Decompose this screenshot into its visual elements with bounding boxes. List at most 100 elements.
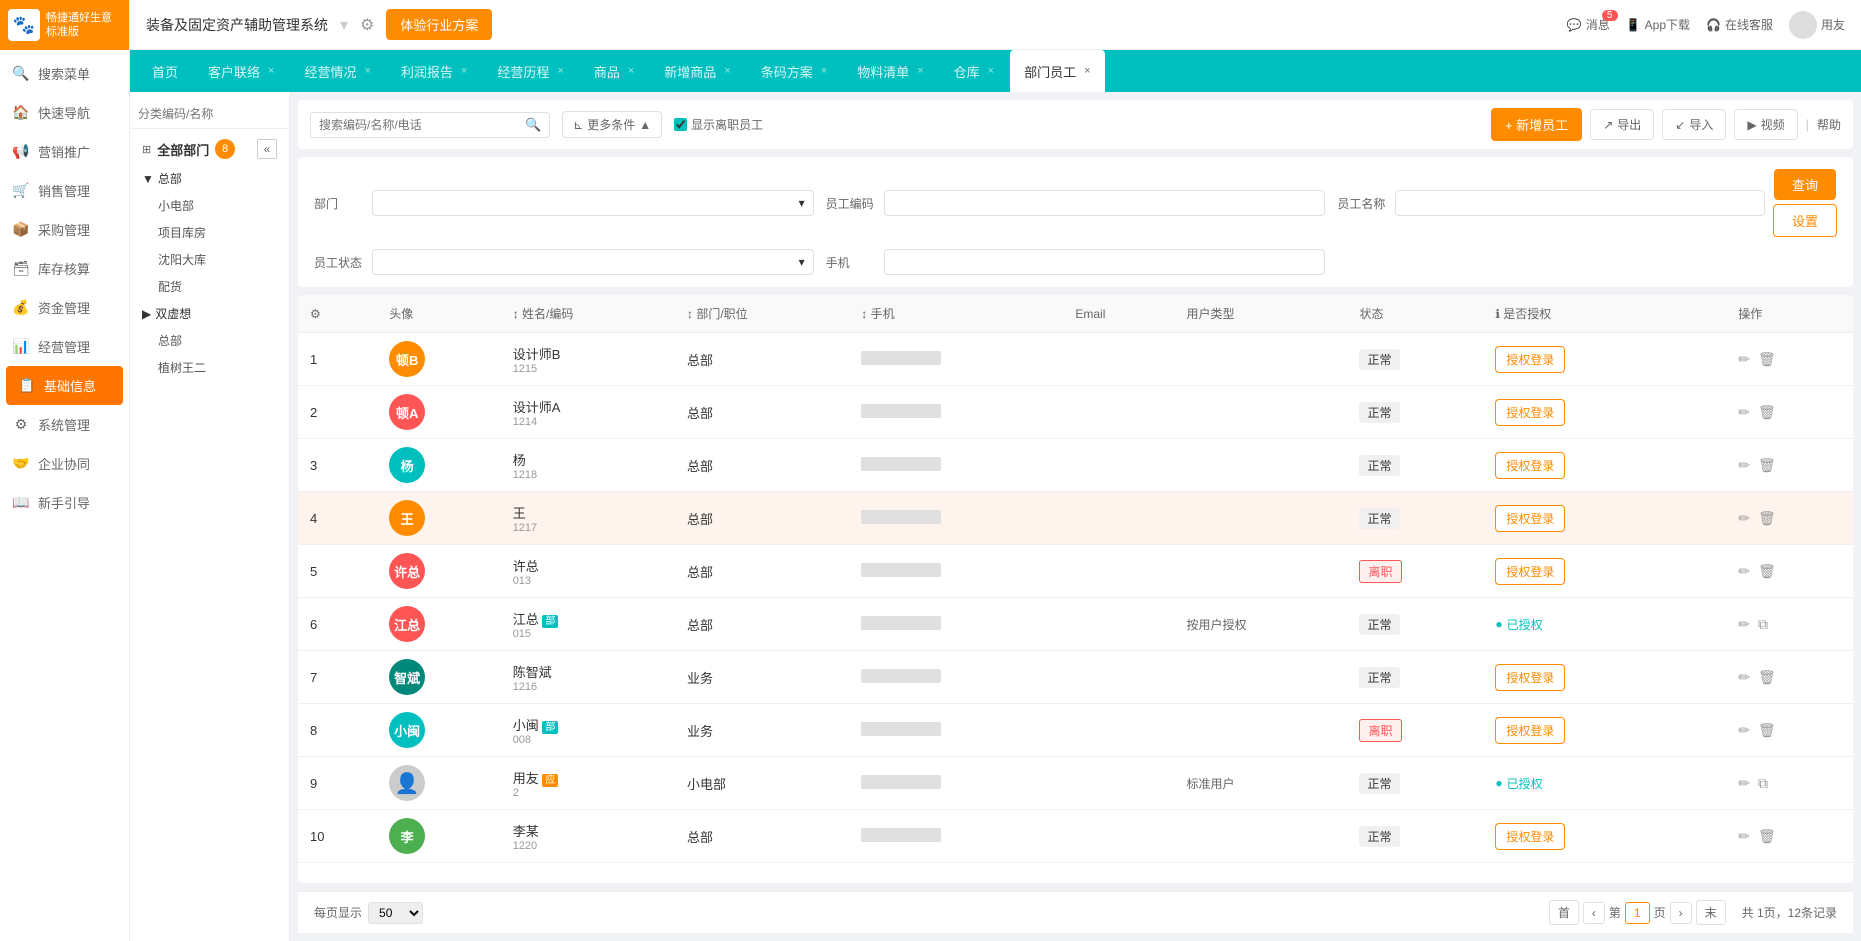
help-btn[interactable]: 帮助 xyxy=(1817,116,1841,133)
tab-barcode[interactable]: 条码方案 × xyxy=(747,50,841,92)
edit-icon[interactable]: ✏ xyxy=(1738,563,1750,580)
close-business-tab[interactable]: × xyxy=(364,65,370,77)
edit-icon[interactable]: ✏ xyxy=(1738,457,1750,474)
close-warehouse-tab[interactable]: × xyxy=(988,65,994,77)
tab-warehouse[interactable]: 仓库 × xyxy=(940,50,1008,92)
sidebar-item-purchase[interactable]: 📦 采购管理 xyxy=(0,210,129,249)
delete-icon[interactable]: 🗑 xyxy=(1758,828,1776,845)
auth-login-btn[interactable]: 授权登录 xyxy=(1495,664,1565,691)
delete-icon[interactable]: 🗑 xyxy=(1758,722,1776,739)
edit-icon[interactable]: ✏ xyxy=(1738,722,1750,739)
emp-code-input[interactable] xyxy=(884,190,1326,216)
copy-icon[interactable]: ⧉ xyxy=(1758,775,1768,792)
dept-node-general[interactable]: ▼ 总部 xyxy=(134,165,285,192)
tab-process[interactable]: 经营历程 × xyxy=(483,50,577,92)
edit-icon[interactable]: ✏ xyxy=(1738,510,1750,527)
auth-login-btn[interactable]: 授权登录 xyxy=(1495,399,1565,426)
auth-login-btn[interactable]: 授权登录 xyxy=(1495,717,1565,744)
col-phone[interactable]: ↕ 手机 xyxy=(849,295,1063,333)
dept-all-btn[interactable]: ⊞ 全部部门 8 « xyxy=(130,133,289,165)
dept-node-shenyang[interactable]: 沈阳大库 xyxy=(134,246,285,273)
sidebar-item-shortcut[interactable]: 🏠 快速导航 xyxy=(0,93,129,132)
delete-icon[interactable]: 🗑 xyxy=(1758,404,1776,421)
dept-node-delivery[interactable]: 配货 xyxy=(134,273,285,300)
sidebar-item-system[interactable]: ⚙ 系统管理 xyxy=(0,405,129,444)
resigned-checkbox-input[interactable] xyxy=(674,118,687,131)
dept-node-general2[interactable]: 总部 xyxy=(134,327,285,354)
per-page-select[interactable]: 50 100 200 xyxy=(368,902,423,924)
set-btn[interactable]: 设置 xyxy=(1773,204,1837,237)
online-service-btn[interactable]: 🎧 在线客服 xyxy=(1706,16,1773,33)
close-profit-tab[interactable]: × xyxy=(461,65,467,77)
emp-name-input[interactable] xyxy=(1395,190,1765,216)
col-name-code[interactable]: ↕ 姓名/编码 xyxy=(501,295,675,333)
tab-business[interactable]: 经营情况 × xyxy=(290,50,384,92)
search-icon[interactable]: 🔍 xyxy=(525,117,541,133)
sidebar-item-finance[interactable]: 💰 资金管理 xyxy=(0,288,129,327)
edit-icon[interactable]: ✏ xyxy=(1738,351,1750,368)
sidebar-item-cooperation[interactable]: 🤝 企业协同 xyxy=(0,444,129,483)
dept-node-dual-dream[interactable]: ▶ 双虚想 xyxy=(134,300,285,327)
dept-select[interactable]: ▾ xyxy=(372,190,814,216)
tab-new-goods[interactable]: 新增商品 × xyxy=(650,50,744,92)
edit-icon[interactable]: ✏ xyxy=(1738,669,1750,686)
close-dept-staff-tab[interactable]: × xyxy=(1084,65,1090,77)
edit-icon[interactable]: ✏ xyxy=(1738,404,1750,421)
close-goods-tab[interactable]: × xyxy=(628,65,634,77)
show-resigned-checkbox[interactable]: 显示离职员工 xyxy=(674,116,763,133)
close-process-tab[interactable]: × xyxy=(557,65,563,77)
query-btn[interactable]: 查询 xyxy=(1774,169,1836,200)
import-btn[interactable]: ↙ 导入 xyxy=(1662,109,1726,140)
sidebar-item-sales[interactable]: 🛒 销售管理 xyxy=(0,171,129,210)
collapse-dept-btn[interactable]: « xyxy=(257,139,277,159)
emp-status-select[interactable]: ▾ xyxy=(372,249,814,275)
dept-node-xiao-dian[interactable]: 小电部 xyxy=(134,192,285,219)
tab-dept-staff[interactable]: 部门员工 × xyxy=(1010,50,1104,92)
video-btn[interactable]: ▶ 视频 xyxy=(1734,109,1797,140)
tab-goods[interactable]: 商品 × xyxy=(580,50,648,92)
tab-material[interactable]: 物料清单 × xyxy=(843,50,937,92)
experience-btn[interactable]: 体验行业方案 xyxy=(386,9,492,40)
close-new-goods-tab[interactable]: × xyxy=(724,65,730,77)
dept-node-planting[interactable]: 植树王二 xyxy=(134,354,285,381)
col-settings[interactable]: ⚙ xyxy=(298,295,377,333)
app-download-btn[interactable]: 📱 App下载 xyxy=(1626,16,1690,33)
first-page-btn[interactable]: 首 xyxy=(1549,900,1579,925)
close-material-tab[interactable]: × xyxy=(917,65,923,77)
user-avatar-btn[interactable]: 用友 xyxy=(1789,11,1845,39)
last-page-btn[interactable]: 末 xyxy=(1696,900,1726,925)
auth-login-btn[interactable]: 授权登录 xyxy=(1495,505,1565,532)
export-btn[interactable]: ↗ 导出 xyxy=(1590,109,1654,140)
sidebar-item-search[interactable]: 🔍 搜索菜单 xyxy=(0,54,129,93)
emp-search-input[interactable] xyxy=(319,118,519,132)
sidebar-item-inventory[interactable]: 🗃 库存核算 xyxy=(0,249,129,288)
prev-page-btn[interactable]: ‹ xyxy=(1583,902,1605,924)
tab-customer[interactable]: 客户联络 × xyxy=(194,50,288,92)
auth-login-btn[interactable]: 授权登录 xyxy=(1495,346,1565,373)
close-customer-tab[interactable]: × xyxy=(268,65,274,77)
topbar-dropdown-arrow[interactable]: ▾ xyxy=(340,15,348,35)
message-btn[interactable]: 💬 消息 5 xyxy=(1567,16,1610,33)
sidebar-item-marketing[interactable]: 📢 营销推广 xyxy=(0,132,129,171)
edit-icon[interactable]: ✏ xyxy=(1738,616,1750,633)
edit-icon[interactable]: ✏ xyxy=(1738,775,1750,792)
auth-login-btn[interactable]: 授权登录 xyxy=(1495,823,1565,850)
auth-login-btn[interactable]: 授权登录 xyxy=(1495,558,1565,585)
auth-login-btn[interactable]: 授权登录 xyxy=(1495,452,1565,479)
delete-icon[interactable]: 🗑 xyxy=(1758,457,1776,474)
col-dept-pos[interactable]: ↕ 部门/职位 xyxy=(675,295,849,333)
delete-icon[interactable]: 🗑 xyxy=(1758,510,1776,527)
delete-icon[interactable]: 🗑 xyxy=(1758,563,1776,580)
dept-node-proj-room[interactable]: 项目库房 xyxy=(134,219,285,246)
sidebar-item-guide[interactable]: 📖 新手引导 xyxy=(0,483,129,522)
sidebar-item-basic[interactable]: 📋 基础信息 xyxy=(6,366,123,405)
add-employee-btn[interactable]: + 新增员工 xyxy=(1491,108,1582,141)
more-conditions-btn[interactable]: ⊾ 更多条件 ▲ xyxy=(562,111,662,138)
dept-search-input[interactable] xyxy=(138,107,290,121)
settings-icon[interactable]: ⚙ xyxy=(360,15,374,35)
delete-icon[interactable]: 🗑 xyxy=(1758,351,1776,368)
phone-input[interactable] xyxy=(884,249,1326,275)
sidebar-item-operation[interactable]: 📊 经营管理 xyxy=(0,327,129,366)
delete-icon[interactable]: 🗑 xyxy=(1758,669,1776,686)
close-barcode-tab[interactable]: × xyxy=(821,65,827,77)
